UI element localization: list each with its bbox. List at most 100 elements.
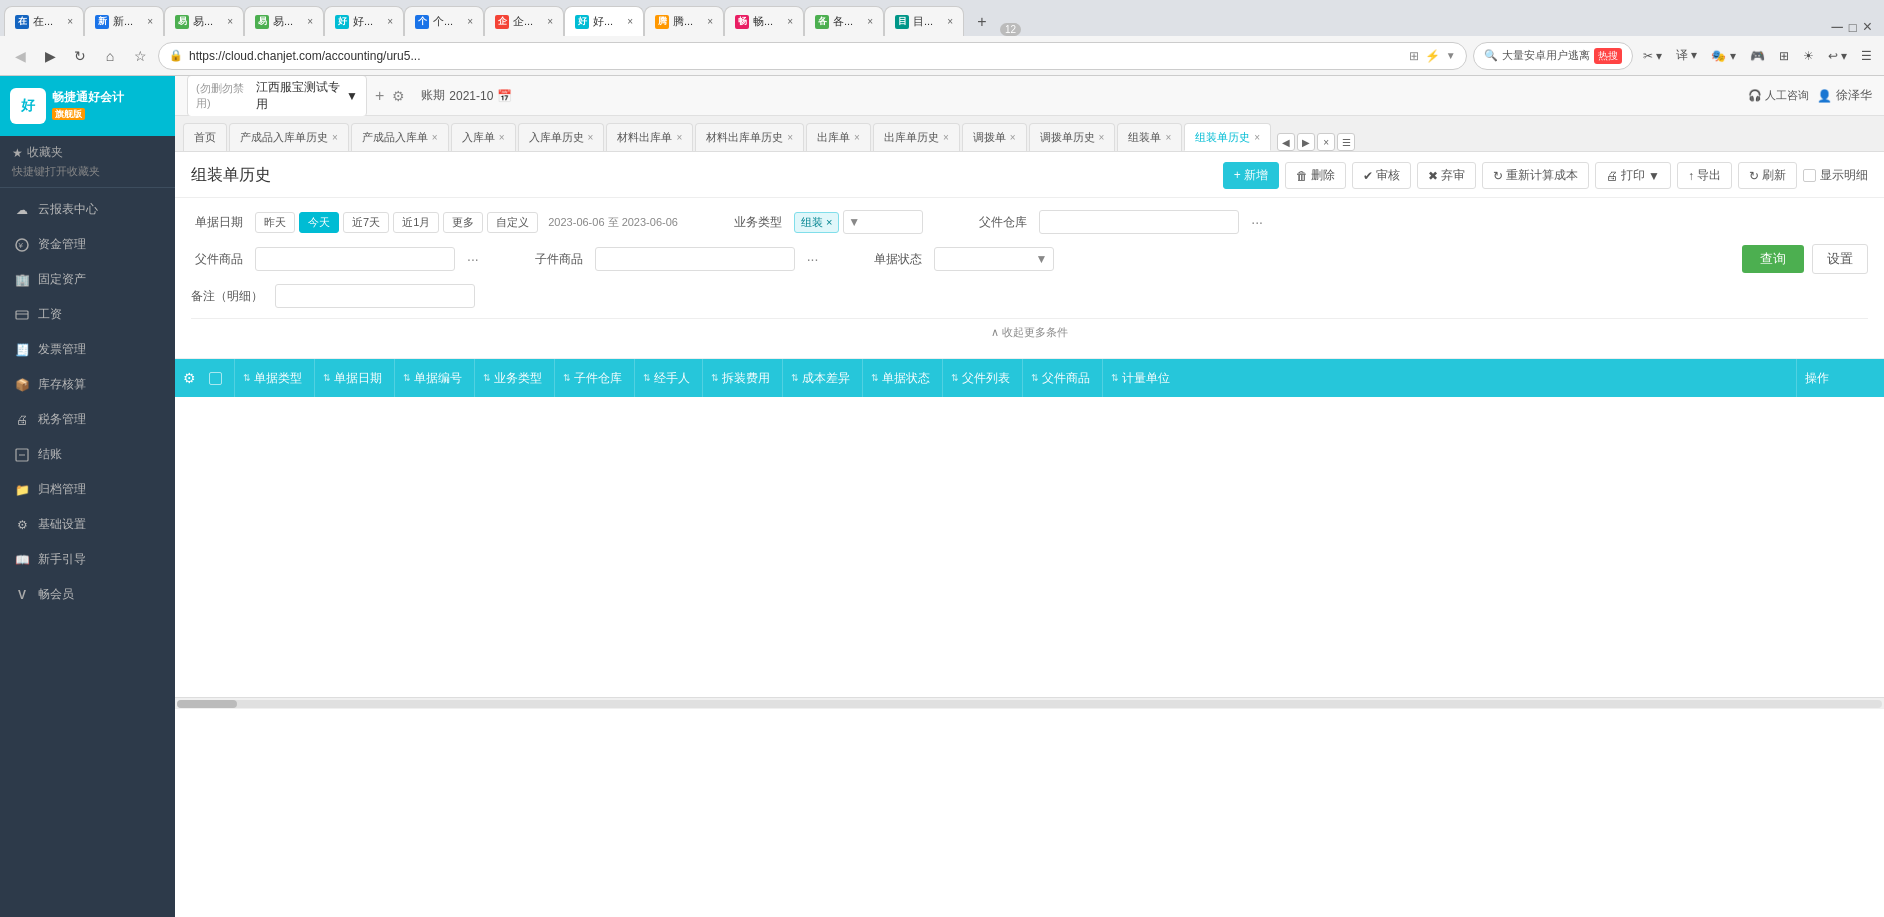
nav-tab-close-active-btn[interactable]: × <box>1254 132 1260 143</box>
new-tab-button[interactable]: + <box>968 8 996 36</box>
parent-warehouse-more-btn[interactable]: ··· <box>1251 214 1263 230</box>
nav-tab-outbound[interactable]: 出库单 × <box>806 123 871 151</box>
parent-warehouse-input[interactable] <box>1039 210 1239 234</box>
browser-tab[interactable]: 腾 腾... × <box>644 6 724 36</box>
child-product-more-btn[interactable]: ··· <box>807 251 819 267</box>
query-btn[interactable]: 查询 <box>1742 245 1804 273</box>
col-header-voucher-no[interactable]: ⇅ 单据编号 <box>394 359 470 397</box>
browser-tab[interactable]: 企 企... × <box>484 6 564 36</box>
dropdown-icon[interactable]: ▼ <box>1446 50 1456 61</box>
tab-close-btn[interactable]: × <box>147 16 153 27</box>
display-detail-toggle[interactable]: 显示明细 <box>1803 167 1868 184</box>
bookmark-button[interactable]: ☆ <box>128 44 152 68</box>
home-button[interactable]: ⌂ <box>98 44 122 68</box>
nav-tab-assembly-history[interactable]: 组装单历史 × <box>1184 123 1271 151</box>
delete-btn[interactable]: 🗑 删除 <box>1285 162 1346 189</box>
tab-close-btn[interactable]: × <box>787 16 793 27</box>
child-product-input[interactable] <box>595 247 795 271</box>
biz-type-tag-remove-btn[interactable]: × <box>826 216 832 228</box>
nav-tab-inbound-history[interactable]: 入库单历史 × <box>518 123 605 151</box>
abandon-btn[interactable]: ✖ 弃审 <box>1417 162 1476 189</box>
col-header-voucher-type[interactable]: ⇅ 单据类型 <box>234 359 310 397</box>
sidebar-item-archive[interactable]: 📁 归档管理 <box>0 472 175 507</box>
scissors-btn[interactable]: ✂ ▾ <box>1639 47 1666 65</box>
nav-tab-close-btn[interactable]: × <box>1010 132 1016 143</box>
nav-tab-production[interactable]: 产成品入库单 × <box>351 123 449 151</box>
export-btn[interactable]: ↑ 导出 <box>1677 162 1732 189</box>
browser-tab[interactable]: 易 易... × <box>164 6 244 36</box>
date-btn-today[interactable]: 今天 <box>299 212 339 233</box>
favorites-link[interactable]: ★ 收藏夹 <box>12 144 163 161</box>
tab-close-btn[interactable]: × <box>627 16 633 27</box>
biz-type-dropdown[interactable]: ▼ <box>843 210 923 234</box>
tab-close-btn[interactable]: × <box>947 16 953 27</box>
display-detail-checkbox[interactable] <box>1803 169 1816 182</box>
sidebar-item-salary[interactable]: 工资 <box>0 297 175 332</box>
calendar-icon[interactable]: 📅 <box>497 89 512 103</box>
nav-tab-close-btn[interactable]: × <box>588 132 594 143</box>
scrollbar-thumb[interactable] <box>177 700 237 708</box>
date-btn-yesterday[interactable]: 昨天 <box>255 212 295 233</box>
sidebar-item-tax[interactable]: 🖨 税务管理 <box>0 402 175 437</box>
nav-tab-material-outbound[interactable]: 材料出库单 × <box>606 123 693 151</box>
col-header-parent-product[interactable]: ⇅ 父件商品 <box>1022 359 1098 397</box>
parent-product-input[interactable] <box>255 247 455 271</box>
collapse-btn[interactable]: ∧ 收起更多条件 <box>991 325 1068 340</box>
sidebar-item-guide[interactable]: 📖 新手引导 <box>0 542 175 577</box>
sidebar-item-capital[interactable]: ¥ 资金管理 <box>0 227 175 262</box>
tab-close-btn[interactable]: × <box>867 16 873 27</box>
company-selector[interactable]: (勿删勿禁用) 江西服宝测试专用 ▼ <box>187 76 367 117</box>
nav-tab-home[interactable]: 首页 <box>183 123 227 151</box>
minimize-btn[interactable]: ─ <box>1831 18 1842 36</box>
nav-next-btn[interactable]: ▶ <box>1297 133 1315 151</box>
select-all-checkbox[interactable] <box>209 372 222 385</box>
nav-tab-material-outbound-history[interactable]: 材料出库单历史 × <box>695 123 804 151</box>
undo-btn[interactable]: ↩ ▾ <box>1824 47 1851 65</box>
nav-menu-btn[interactable]: ☰ <box>1337 133 1355 151</box>
tab-close-btn[interactable]: × <box>387 16 393 27</box>
refresh-btn[interactable]: ↻ 刷新 <box>1738 162 1797 189</box>
nav-prev-btn[interactable]: ◀ <box>1277 133 1295 151</box>
nav-tab-close-btn[interactable]: × <box>499 132 505 143</box>
nav-tab-transfer[interactable]: 调拨单 × <box>962 123 1027 151</box>
parent-product-more-btn[interactable]: ··· <box>467 251 479 267</box>
date-btn-more[interactable]: 更多 <box>443 212 483 233</box>
nav-tab-inbound[interactable]: 入库单 × <box>451 123 516 151</box>
nav-tab-close-btn[interactable]: × <box>943 132 949 143</box>
nav-tab-transfer-history[interactable]: 调拨单历史 × <box>1029 123 1116 151</box>
browser-tab[interactable]: 在 在... × <box>4 6 84 36</box>
col-header-order-status[interactable]: ⇅ 单据状态 <box>862 359 938 397</box>
col-header-child-warehouse[interactable]: ⇅ 子件仓库 <box>554 359 630 397</box>
col-header-parent-list[interactable]: ⇅ 父件列表 <box>942 359 1018 397</box>
customer-service-btn[interactable]: 🎧 人工咨询 <box>1748 88 1809 103</box>
translate-btn[interactable]: 译 ▾ <box>1672 45 1701 66</box>
tab-close-btn[interactable]: × <box>547 16 553 27</box>
nav-tab-production-history[interactable]: 产成品入库单历史 × <box>229 123 349 151</box>
nav-tab-close-btn[interactable]: × <box>332 132 338 143</box>
col-header-biz-type[interactable]: ⇅ 业务类型 <box>474 359 550 397</box>
nav-tab-close-btn[interactable]: × <box>432 132 438 143</box>
settings-gear-icon[interactable]: ⚙ <box>392 88 405 104</box>
browser-tab-active[interactable]: 好 好... × <box>564 6 644 36</box>
forward-button[interactable]: ▶ <box>38 44 62 68</box>
col-header-cost-diff[interactable]: ⇅ 成本差异 <box>782 359 858 397</box>
grid-apps-btn[interactable]: ⊞ <box>1775 47 1793 65</box>
col-header-unit[interactable]: ⇅ 计量单位 <box>1102 359 1178 397</box>
sidebar-item-settlement[interactable]: 结账 <box>0 437 175 472</box>
date-btn-7days[interactable]: 近7天 <box>343 212 389 233</box>
col-header-voucher-date[interactable]: ⇅ 单据日期 <box>314 359 390 397</box>
table-settings-icon[interactable]: ⚙ <box>183 370 196 386</box>
browser-tab[interactable]: 畅 畅... × <box>724 6 804 36</box>
emoji-btn[interactable]: 🎭 ▾ <box>1707 47 1739 65</box>
approve-btn[interactable]: ✔ 审核 <box>1352 162 1411 189</box>
note-input[interactable] <box>275 284 475 308</box>
col-header-disassemble-fee[interactable]: ⇅ 拆装费用 <box>702 359 778 397</box>
sidebar-item-settings[interactable]: ⚙ 基础设置 <box>0 507 175 542</box>
address-bar[interactable]: 🔒 https://cloud.chanjet.com/accounting/u… <box>158 42 1467 70</box>
browser-tab[interactable]: 个 个... × <box>404 6 484 36</box>
sidebar-item-member[interactable]: V 畅会员 <box>0 577 175 612</box>
browser-tab[interactable]: 新 新... × <box>84 6 164 36</box>
sidebar-item-inventory[interactable]: 📦 库存核算 <box>0 367 175 402</box>
nav-tab-close-btn[interactable]: × <box>1099 132 1105 143</box>
menu-btn[interactable]: ☰ <box>1857 47 1876 65</box>
